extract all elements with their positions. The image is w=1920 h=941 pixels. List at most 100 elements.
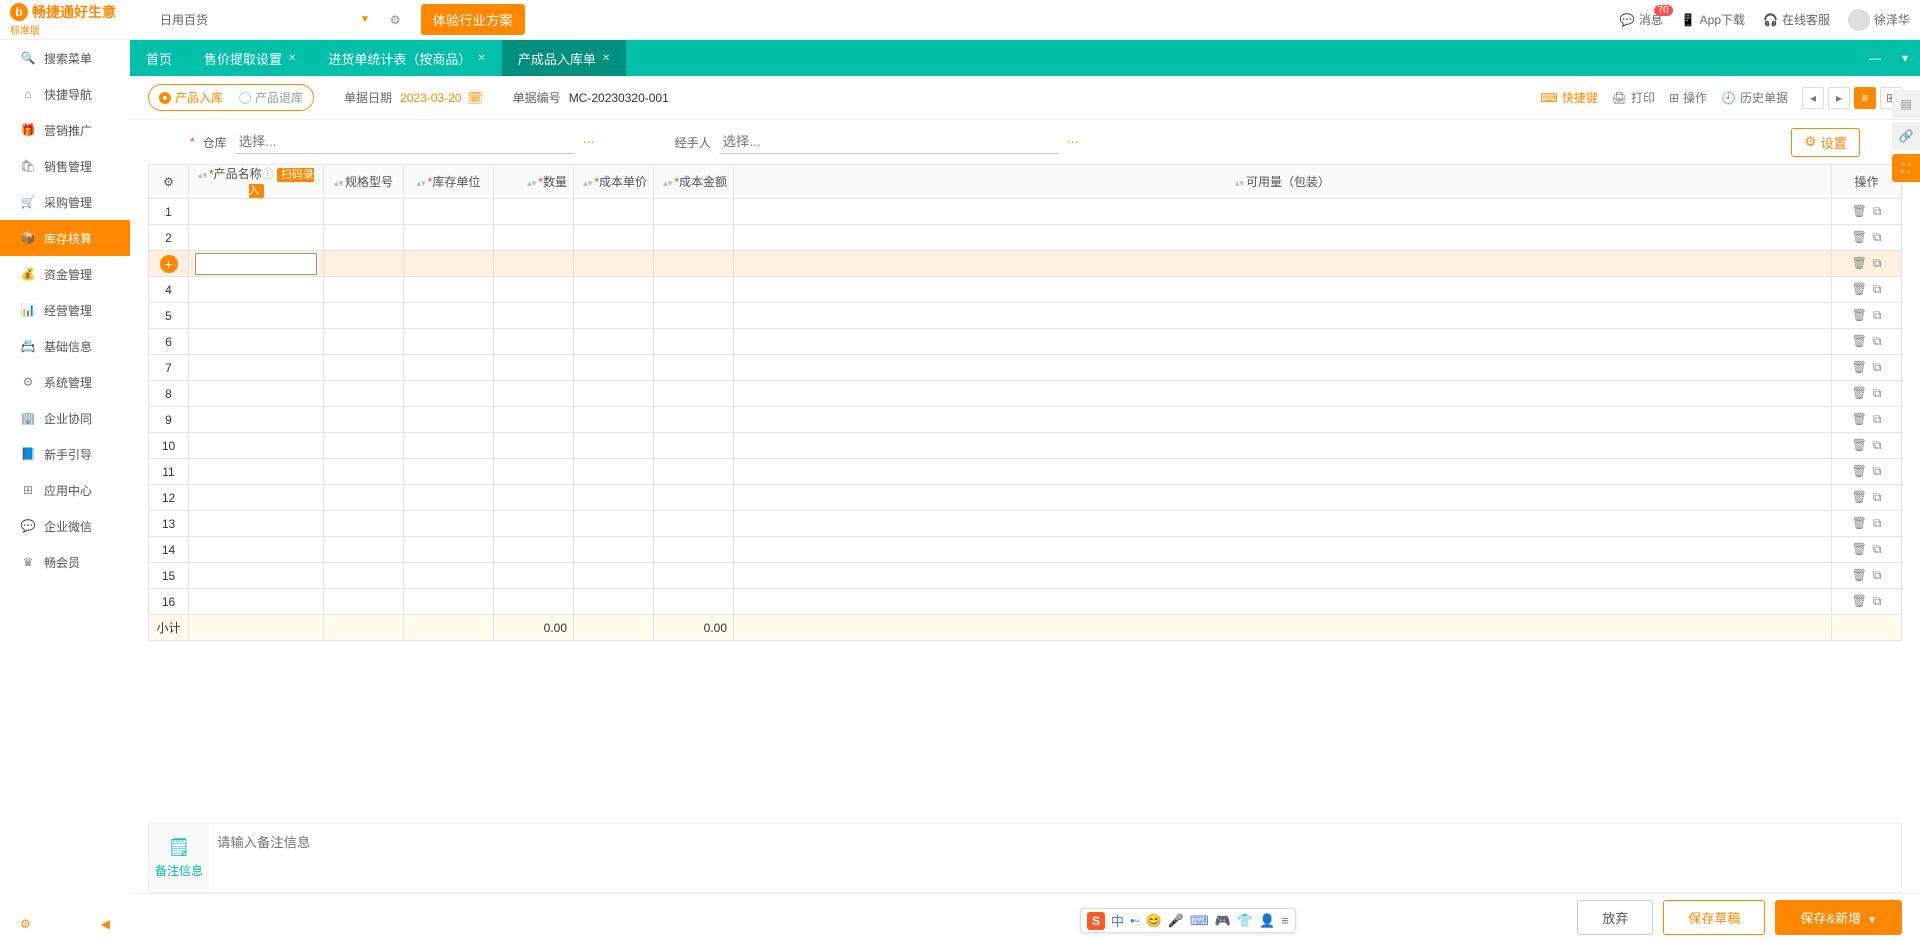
history-button[interactable]: 🕘历史单据 [1721,89,1788,106]
sidebar-item[interactable]: 💬企业微信 [0,508,130,544]
sidebar-item[interactable]: 💰资金管理 [0,256,130,292]
ime-icon[interactable]: ⌨ [1190,913,1209,929]
sidebar-item[interactable]: ⌂快捷导航 [0,76,130,112]
rail-btn-1[interactable]: ▤ [1892,90,1920,118]
table-row[interactable]: 14🗑⧉ [149,537,1902,563]
table-row[interactable]: 2🗑⧉ [149,225,1902,251]
delete-icon[interactable]: 🗑 [1852,256,1867,270]
table-row[interactable]: 16🗑⧉ [149,589,1902,615]
warehouse-input[interactable] [235,130,575,154]
settings-icon[interactable]: ⚙ [20,917,31,931]
delete-icon[interactable]: 🗑 [1852,282,1867,296]
table-row[interactable]: 7🗑⧉ [149,355,1902,381]
ime-icon[interactable]: •ᵕ [1130,913,1139,928]
delete-icon[interactable]: 🗑 [1852,464,1867,478]
table-row[interactable]: 10🗑⧉ [149,433,1902,459]
sidebar-item[interactable]: 📘新手引导 [0,436,130,472]
sidebar-item[interactable]: ♛畅会员 [0,544,130,580]
warehouse-lookup-icon[interactable]: ⋯ [583,135,595,149]
copy-icon[interactable]: ⧉ [1873,256,1882,270]
th-product[interactable]: ▴▾*产品名称ⓘ 扫码录入 [189,165,324,199]
sidebar-item[interactable]: 🏢企业协同 [0,400,130,436]
radio-product-in[interactable]: 产品入库 [153,87,229,108]
rail-btn-3[interactable]: ⛶ [1892,154,1920,182]
ime-icon[interactable]: 😊 [1145,913,1161,929]
calendar-icon[interactable]: 🗓 [467,91,482,105]
copy-icon[interactable]: ⧉ [1873,594,1882,608]
table-row[interactable]: 9🗑⧉ [149,407,1902,433]
ime-brand-icon[interactable]: S [1087,912,1105,930]
copy-icon[interactable]: ⧉ [1873,386,1882,400]
copy-icon[interactable]: ⧉ [1873,490,1882,504]
operate-button[interactable]: ⊞操作 [1669,89,1707,106]
delete-icon[interactable]: 🗑 [1852,360,1867,374]
ime-icon[interactable]: 👤 [1259,913,1275,929]
print-button[interactable]: 🖨打印 [1612,89,1655,106]
ime-icon[interactable]: 🎮 [1215,913,1231,929]
nav-next[interactable]: ▸ [1828,87,1850,109]
sidebar-item[interactable]: 📊经营管理 [0,292,130,328]
settings-button[interactable]: ⚙设置 [1791,128,1860,157]
product-input[interactable] [195,253,317,275]
delete-icon[interactable]: 🗑 [1852,334,1867,348]
copy-icon[interactable]: ⧉ [1873,542,1882,556]
handler-input[interactable] [719,130,1059,154]
th-amount[interactable]: ▴▾*成本金额 [654,165,734,199]
add-row-icon[interactable]: + [160,255,178,273]
table-row[interactable]: 15🗑⧉ [149,563,1902,589]
delete-icon[interactable]: 🗑 [1852,230,1867,244]
sidebar-item[interactable]: 🛒采购管理 [0,184,130,220]
category-selector[interactable]: 日用百货 ▼ [160,11,370,28]
bill-date-value[interactable]: 2023-03-20 [400,91,461,105]
th-qty[interactable]: ▴▾*数量 [494,165,574,199]
save-draft-button[interactable]: 保存草稿 [1663,900,1765,935]
table-row[interactable]: 1🗑⧉ [149,199,1902,225]
sidebar-item[interactable]: 📦库存核算 [0,220,130,256]
tab[interactable]: 进货单统计表（按商品）✕ [312,40,501,76]
delete-icon[interactable]: 🗑 [1852,386,1867,400]
sidebar-item[interactable]: 📇基础信息 [0,328,130,364]
delete-icon[interactable]: 🗑 [1852,204,1867,218]
close-icon[interactable]: ✕ [288,53,296,64]
rail-btn-2[interactable]: 🔗 [1892,122,1920,150]
discard-button[interactable]: 放弃 [1577,900,1653,935]
user-menu[interactable]: 徐泽华 [1848,9,1910,31]
sidebar-item[interactable]: 🎁营销推广 [0,112,130,148]
th-settings[interactable]: ⚙ [149,165,189,199]
handler-lookup-icon[interactable]: ⋯ [1067,135,1079,149]
sidebar-item[interactable]: 🛍销售管理 [0,148,130,184]
experience-button[interactable]: 体验行业方案 [421,4,525,35]
th-unit[interactable]: ▴▾*库存单位 [404,165,494,199]
close-icon[interactable]: ✕ [477,53,485,64]
delete-icon[interactable]: 🗑 [1852,516,1867,530]
th-available[interactable]: ▴▾可用量（包装） [734,165,1832,199]
tab-menu[interactable]: ▾ [1890,51,1920,65]
delete-icon[interactable]: 🗑 [1852,542,1867,556]
ime-icon[interactable]: ≡ [1281,913,1289,928]
online-service-button[interactable]: 🎧 在线客服 [1763,11,1830,28]
delete-icon[interactable]: 🗑 [1852,412,1867,426]
table-row[interactable]: 5🗑⧉ [149,303,1902,329]
delete-icon[interactable]: 🗑 [1852,594,1867,608]
table-row[interactable]: 11🗑⧉ [149,459,1902,485]
tab[interactable]: 售价提取设置✕ [188,40,312,76]
table-row[interactable]: + 🗑 ⧉ [149,251,1902,277]
copy-icon[interactable]: ⧉ [1873,568,1882,582]
delete-icon[interactable]: 🗑 [1852,308,1867,322]
table-row[interactable]: 8🗑⧉ [149,381,1902,407]
table-row[interactable]: 4🗑⧉ [149,277,1902,303]
ime-lang[interactable]: 中 [1111,911,1124,930]
shortcut-button[interactable]: ⌨快捷键 [1540,89,1597,106]
delete-icon[interactable]: 🗑 [1852,568,1867,582]
copy-icon[interactable]: ⧉ [1873,230,1882,244]
messages-button[interactable]: 💬 消息 70 [1620,11,1663,28]
tab[interactable]: 产成品入库单✕ [502,40,626,76]
copy-icon[interactable]: ⧉ [1873,516,1882,530]
ime-icon[interactable]: 👕 [1237,913,1253,929]
app-download-button[interactable]: 📱 App下载 [1681,11,1745,28]
table-row[interactable]: 12🗑⧉ [149,485,1902,511]
ime-icon[interactable]: 🎤 [1168,913,1184,929]
radio-product-return[interactable]: 产品退库 [233,87,309,108]
view-list[interactable]: ≡ [1854,87,1876,109]
close-icon[interactable]: ✕ [602,53,610,64]
